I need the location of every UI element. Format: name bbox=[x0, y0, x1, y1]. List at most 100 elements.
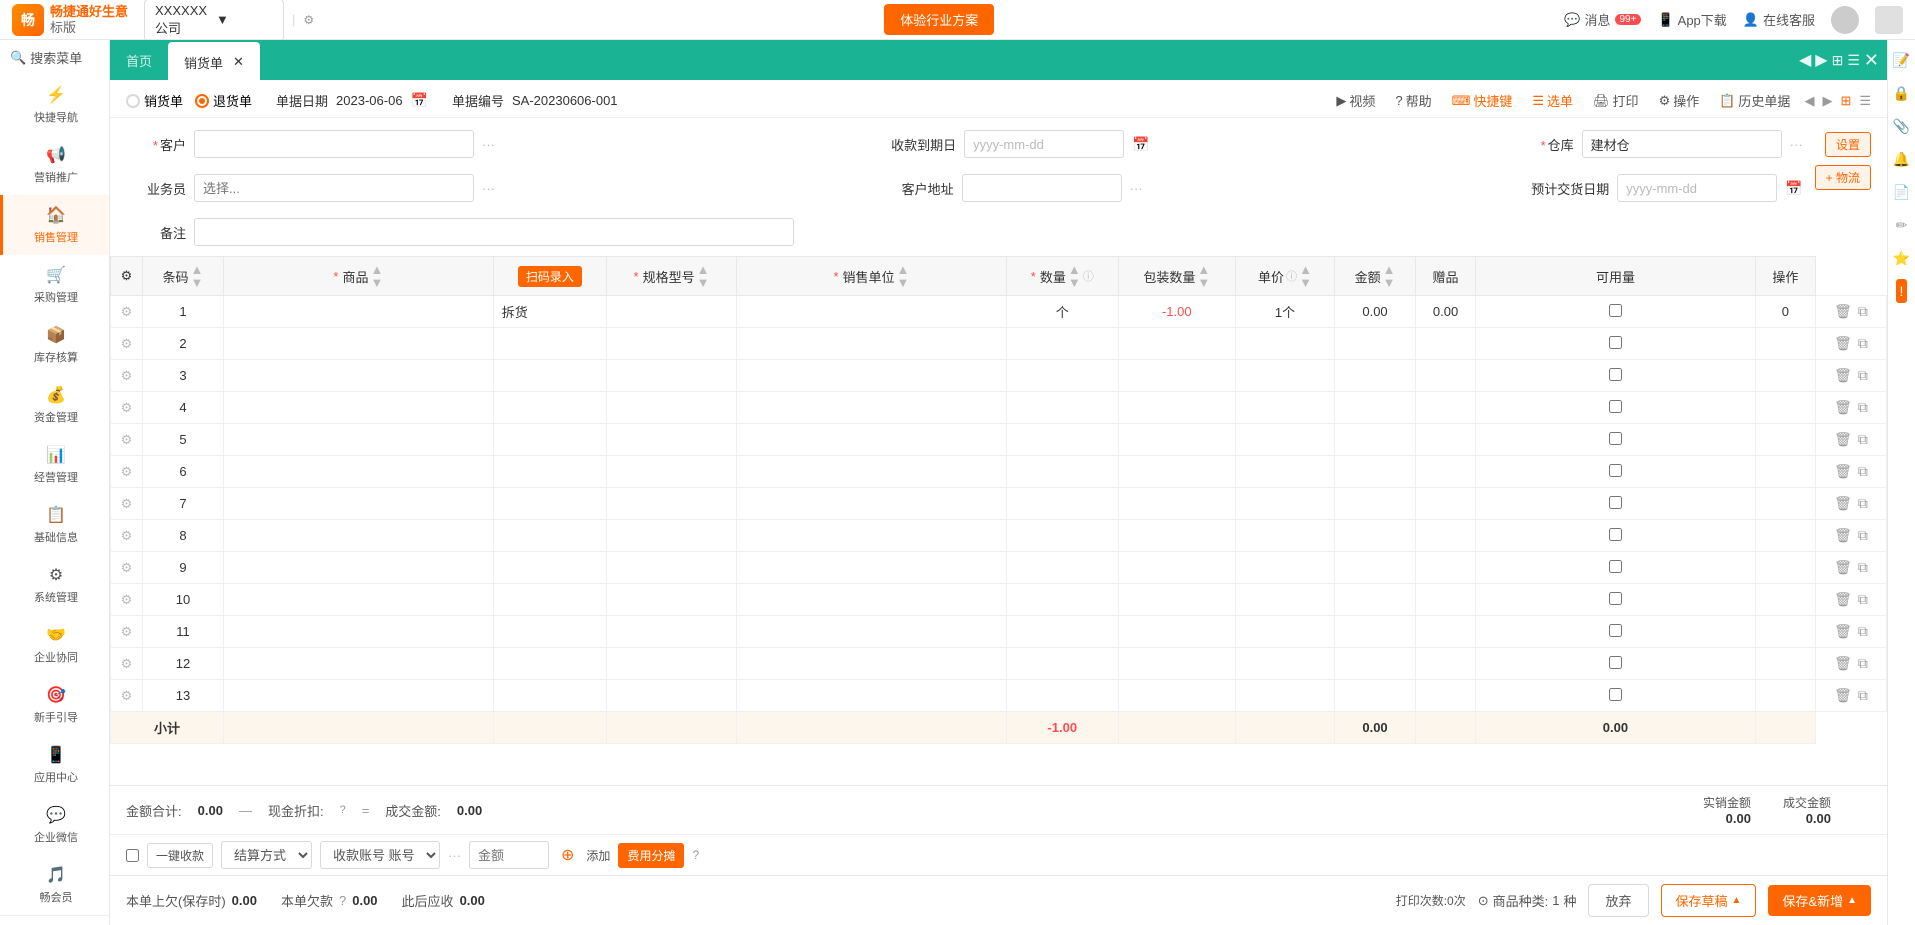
row-product[interactable] bbox=[493, 360, 606, 392]
row-gear-icon[interactable]: ⚙ bbox=[121, 528, 133, 543]
row-barcode[interactable] bbox=[223, 520, 493, 552]
row-spec[interactable] bbox=[737, 552, 1007, 584]
tab-sales-order[interactable]: 销货单 ✕ bbox=[168, 42, 260, 82]
sidebar-item-member[interactable]: 🎵 畅会员 bbox=[0, 855, 109, 915]
row-price[interactable] bbox=[1335, 360, 1416, 392]
row-copy-icon[interactable]: ⧉ bbox=[1858, 591, 1868, 608]
row-gift[interactable] bbox=[1476, 392, 1756, 424]
sidebar-item-purchase[interactable]: 🛒 采购管理 bbox=[0, 255, 109, 315]
row-product[interactable] bbox=[493, 488, 606, 520]
row-spec[interactable] bbox=[737, 360, 1007, 392]
row-copy-icon[interactable]: ⧉ bbox=[1858, 431, 1868, 448]
app-download-button[interactable]: 📱 App下载 bbox=[1657, 10, 1726, 29]
row-gift[interactable] bbox=[1476, 328, 1756, 360]
row-unit[interactable] bbox=[1006, 520, 1118, 552]
row-qty[interactable] bbox=[1118, 584, 1235, 616]
row-qty[interactable]: -1.00 bbox=[1118, 296, 1235, 328]
right-panel-doc-icon[interactable]: 📄 bbox=[1889, 180, 1914, 205]
row-unit[interactable] bbox=[1006, 488, 1118, 520]
row-pkg-qty[interactable] bbox=[1235, 520, 1334, 552]
row-copy-icon[interactable]: ⧉ bbox=[1858, 687, 1868, 704]
logistics-button[interactable]: + 物流 bbox=[1815, 165, 1871, 190]
print-btn[interactable]: 🖨 打印 bbox=[1587, 88, 1645, 113]
sidebar-item-guide[interactable]: 🎯 新手引导 bbox=[0, 675, 109, 735]
row-gear-icon[interactable]: ⚙ bbox=[121, 592, 133, 607]
row-gear-icon[interactable]: ⚙ bbox=[121, 560, 133, 575]
avatar-extra[interactable] bbox=[1875, 6, 1903, 34]
sidebar-item-apps[interactable]: 📱 应用中心 bbox=[0, 735, 109, 795]
radio-sales-order[interactable]: 销货单 bbox=[126, 91, 183, 110]
payment-method-select[interactable]: 结算方式 bbox=[221, 841, 312, 869]
row-product[interactable] bbox=[493, 552, 606, 584]
payment-account-select[interactable]: 收款账号 账号 bbox=[320, 841, 440, 869]
row-barcode[interactable] bbox=[223, 424, 493, 456]
row-amount[interactable] bbox=[1415, 680, 1475, 712]
row-gift[interactable] bbox=[1476, 456, 1756, 488]
expected-date-calendar-icon[interactable]: 📅 bbox=[1785, 180, 1802, 197]
row-product[interactable] bbox=[493, 424, 606, 456]
row-unit[interactable] bbox=[1006, 328, 1118, 360]
salesperson-input[interactable] bbox=[194, 174, 474, 202]
row-gear-icon[interactable]: ⚙ bbox=[121, 496, 133, 511]
video-btn[interactable]: ▶ 视频 bbox=[1330, 88, 1381, 113]
row-amount[interactable] bbox=[1415, 648, 1475, 680]
settings-button[interactable]: 设置 bbox=[1825, 132, 1871, 157]
row-delete-icon[interactable]: 🗑 bbox=[1834, 367, 1852, 384]
row-amount[interactable]: 0.00 bbox=[1415, 296, 1475, 328]
select-btn[interactable]: ☰ 选单 bbox=[1526, 88, 1579, 113]
right-panel-bell-icon[interactable]: 🔔 bbox=[1889, 147, 1914, 172]
nav-prev-icon[interactable]: ◀ bbox=[1804, 93, 1814, 109]
row-qty[interactable] bbox=[1118, 680, 1235, 712]
sidebar-item-inventory[interactable]: 📦 库存核算 bbox=[0, 315, 109, 375]
right-panel-edit-icon[interactable]: ✏ bbox=[1892, 213, 1912, 238]
row-gift[interactable] bbox=[1476, 424, 1756, 456]
row-delete-icon[interactable]: 🗑 bbox=[1834, 335, 1852, 352]
row-price[interactable] bbox=[1335, 680, 1416, 712]
row-copy-icon[interactable]: ⧉ bbox=[1858, 335, 1868, 352]
row-barcode[interactable] bbox=[223, 584, 493, 616]
sidebar-item-marketing[interactable]: 📢 营销推广 bbox=[0, 135, 109, 195]
row-copy-icon[interactable]: ⧉ bbox=[1858, 559, 1868, 576]
remarks-input[interactable] bbox=[194, 218, 794, 246]
row-amount[interactable] bbox=[1415, 584, 1475, 616]
row-qty[interactable] bbox=[1118, 552, 1235, 584]
row-product[interactable] bbox=[493, 392, 606, 424]
row-barcode[interactable] bbox=[223, 360, 493, 392]
warehouse-dots-btn[interactable]: ··· bbox=[1790, 137, 1803, 152]
row-copy-icon[interactable]: ⧉ bbox=[1858, 463, 1868, 480]
row-delete-icon[interactable]: 🗑 bbox=[1834, 399, 1852, 416]
gear-icon[interactable]: ⚙ bbox=[121, 268, 133, 283]
row-barcode[interactable] bbox=[223, 392, 493, 424]
expected-date-input[interactable] bbox=[1617, 174, 1777, 202]
list-view-icon[interactable]: ☰ bbox=[1859, 93, 1871, 109]
row-delete-icon[interactable]: 🗑 bbox=[1834, 591, 1852, 608]
row-qty[interactable] bbox=[1118, 488, 1235, 520]
date-calendar-icon[interactable]: 📅 bbox=[411, 92, 428, 109]
row-price[interactable] bbox=[1335, 424, 1416, 456]
row-unit[interactable] bbox=[1006, 456, 1118, 488]
one-click-checkbox[interactable] bbox=[126, 849, 139, 862]
row-product[interactable] bbox=[493, 328, 606, 360]
row-copy-icon[interactable]: ⧉ bbox=[1858, 623, 1868, 640]
row-qty[interactable] bbox=[1118, 424, 1235, 456]
row-gear-icon[interactable]: ⚙ bbox=[121, 336, 133, 351]
row-pkg-qty[interactable] bbox=[1235, 488, 1334, 520]
sidebar-item-quick-nav[interactable]: ⚡ 快捷导航 bbox=[0, 75, 109, 135]
row-unit[interactable] bbox=[1006, 424, 1118, 456]
fee-split-button[interactable]: 费用分摊 bbox=[618, 843, 684, 868]
sidebar-item-sales[interactable]: 🏠 销售管理 bbox=[0, 195, 109, 255]
row-unit[interactable] bbox=[1006, 360, 1118, 392]
row-pkg-qty[interactable] bbox=[1235, 328, 1334, 360]
settings-icon[interactable]: ⚙ bbox=[303, 13, 314, 27]
row-barcode[interactable] bbox=[223, 328, 493, 360]
customer-dots-btn[interactable]: ··· bbox=[482, 137, 495, 152]
row-barcode[interactable] bbox=[223, 616, 493, 648]
row-spec[interactable] bbox=[737, 648, 1007, 680]
sidebar-item-finance[interactable]: 💰 资金管理 bbox=[0, 375, 109, 435]
row-qty[interactable] bbox=[1118, 392, 1235, 424]
shortcut-btn[interactable]: ⌨ 快捷键 bbox=[1446, 88, 1519, 113]
row-amount[interactable] bbox=[1415, 488, 1475, 520]
online-service-button[interactable]: 👤 在线客服 bbox=[1743, 10, 1815, 29]
row-gift[interactable] bbox=[1476, 360, 1756, 392]
save-draft-button[interactable]: 保存草稿 ▲ bbox=[1661, 884, 1757, 917]
